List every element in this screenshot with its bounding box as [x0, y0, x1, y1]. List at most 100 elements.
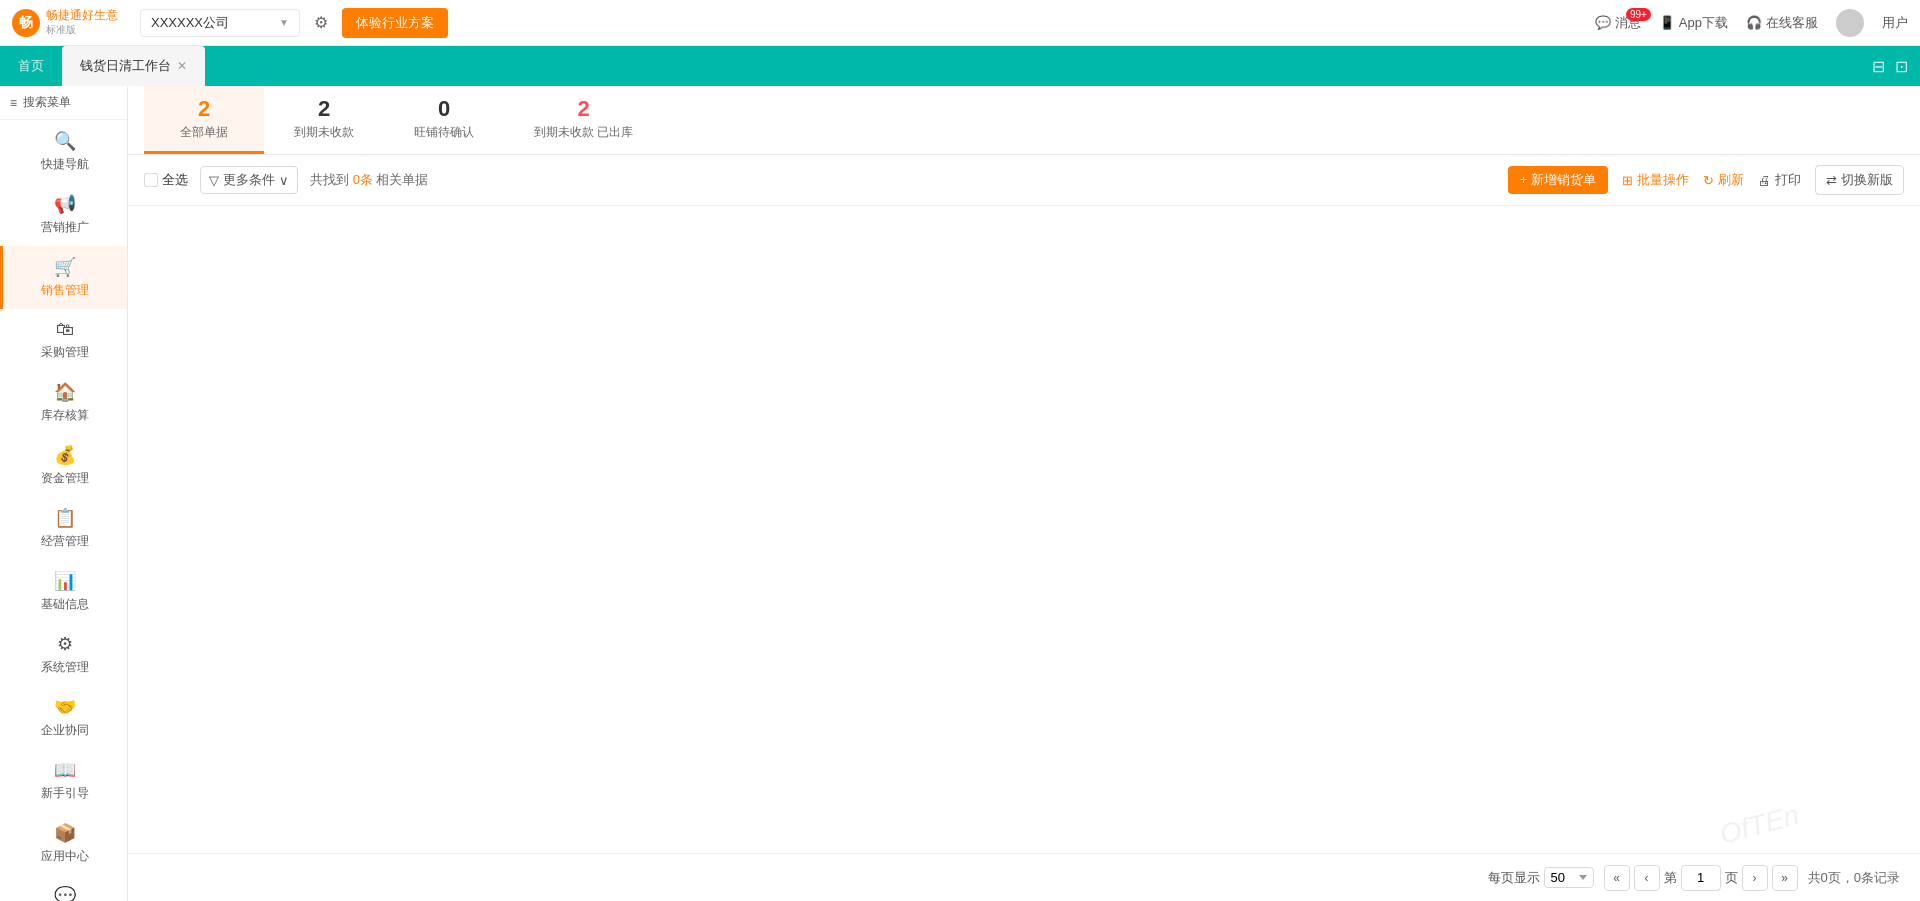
- page-label: 第: [1664, 869, 1677, 887]
- filter-arrow-icon: ∨: [279, 173, 289, 188]
- purchase-icon: 🛍: [56, 319, 74, 340]
- basic-info-icon: 📊: [54, 570, 76, 592]
- avatar[interactable]: [1836, 9, 1864, 37]
- stat-count-all: 2: [198, 96, 210, 122]
- stat-tab-overdue[interactable]: 2 到期未收款: [264, 86, 384, 154]
- filter-button[interactable]: ▽ 更多条件 ∨: [200, 166, 298, 194]
- brand-logo: 畅 畅捷通好生意 标准版: [12, 8, 140, 38]
- stat-tab-all[interactable]: 2 全部单据: [144, 86, 264, 154]
- message-icon: 💬: [1595, 15, 1611, 30]
- sidebar-item-marketing[interactable]: 📢 营销推广: [0, 183, 127, 246]
- online-service-button[interactable]: 🎧 在线客服: [1746, 14, 1818, 32]
- page-total: 共0页，0条记录: [1808, 869, 1900, 887]
- cooperation-icon: 🤝: [54, 696, 76, 718]
- app-download-icon: 📱: [1659, 15, 1675, 30]
- tab-bar-actions: ⊟ ⊡: [1872, 57, 1920, 76]
- page-suffix: 页: [1725, 869, 1738, 887]
- stat-count-pending: 0: [438, 96, 450, 122]
- stat-label-shipped: 到期未收款 已出库: [534, 124, 633, 141]
- table-area: [128, 206, 1920, 853]
- sidebar-item-basic-info[interactable]: 📊 基础信息: [0, 560, 127, 623]
- per-page-select[interactable]: 50 100: [1544, 867, 1594, 888]
- sidebar-item-system[interactable]: ⚙ 系统管理: [0, 623, 127, 686]
- sidebar-item-quick-nav[interactable]: 🔍 快捷导航: [0, 120, 127, 183]
- page-number-input[interactable]: [1681, 865, 1721, 891]
- sidebar-item-finance[interactable]: 💰 资金管理: [0, 434, 127, 497]
- tab-home[interactable]: 首页: [0, 46, 62, 86]
- found-prefix: 共找到: [310, 172, 349, 187]
- pagination: 每页显示 50 100 « ‹ 第 页 › » 共0页，0条记录: [128, 853, 1920, 901]
- quick-nav-icon: 🔍: [54, 130, 76, 152]
- refresh-label: 刷新: [1718, 171, 1744, 189]
- guide-icon: 📖: [54, 759, 76, 781]
- stat-label-overdue: 到期未收款: [294, 124, 354, 141]
- page-last-button[interactable]: »: [1772, 865, 1798, 891]
- sidebar-item-label: 采购管理: [41, 344, 89, 361]
- batch-operation-button[interactable]: ⊞ 批量操作: [1622, 171, 1689, 189]
- per-page-label: 每页显示: [1488, 869, 1540, 887]
- search-icon: ≡: [10, 96, 17, 110]
- stat-label-pending: 旺铺待确认: [414, 124, 474, 141]
- print-button[interactable]: 🖨 打印: [1758, 171, 1801, 189]
- marketing-icon: 📢: [54, 193, 76, 215]
- sidebar-item-label: 销售管理: [41, 282, 89, 299]
- system-icon: ⚙: [57, 633, 73, 655]
- top-nav: 畅 畅捷通好生意 标准版 XXXXXX公司 ▼ ⚙ 体验行业方案 💬 消息 99…: [0, 0, 1920, 46]
- sidebar-item-sales[interactable]: 🛒 销售管理: [0, 246, 127, 309]
- sidebar-item-apps[interactable]: 📦 应用中心: [0, 812, 127, 875]
- sidebar-item-label: 资金管理: [41, 470, 89, 487]
- stat-count-shipped: 2: [578, 96, 590, 122]
- sidebar-item-label: 新手引导: [41, 785, 89, 802]
- page-first-button[interactable]: «: [1604, 865, 1630, 891]
- page-prev-button[interactable]: ‹: [1634, 865, 1660, 891]
- add-sales-order-button[interactable]: + 新增销货单: [1508, 166, 1608, 194]
- app-download-button[interactable]: 📱 App下载: [1659, 14, 1728, 32]
- checkbox-icon: [144, 173, 158, 187]
- page-next-button[interactable]: ›: [1742, 865, 1768, 891]
- sidebar-item-management[interactable]: 📋 经营管理: [0, 497, 127, 560]
- sidebar-item-label: 经营管理: [41, 533, 89, 550]
- brand-name: 畅捷通好生意: [46, 8, 118, 24]
- tab-workbench-label: 钱货日清工作台: [80, 57, 171, 75]
- switch-version-button[interactable]: ⇄ 切换新版: [1815, 165, 1904, 195]
- print-label: 打印: [1775, 171, 1801, 189]
- sidebar: ≡ 搜索菜单 🔍 快捷导航 📢 营销推广 🛒 销售管理 🛍 采购管理 🏠 库存核…: [0, 86, 128, 901]
- select-all-label: 全选: [162, 171, 188, 189]
- finance-icon: 💰: [54, 444, 76, 466]
- sidebar-item-cooperation[interactable]: 🤝 企业协同: [0, 686, 127, 749]
- main-layout: ≡ 搜索菜单 🔍 快捷导航 📢 营销推广 🛒 销售管理 🛍 采购管理 🏠 库存核…: [0, 86, 1920, 901]
- app-download-label: App下载: [1679, 14, 1728, 32]
- sidebar-item-purchase[interactable]: 🛍 采购管理: [0, 309, 127, 371]
- sidebar-item-label: 营销推广: [41, 219, 89, 236]
- table-empty-state: [128, 206, 1920, 853]
- stat-tabs: 2 全部单据 2 到期未收款 0 旺铺待确认 2 到期未收款 已出库: [128, 86, 1920, 155]
- sidebar-search[interactable]: ≡ 搜索菜单: [0, 86, 127, 120]
- refresh-button[interactable]: ↻ 刷新: [1703, 171, 1744, 189]
- tab-home-label: 首页: [18, 57, 44, 75]
- select-all-checkbox[interactable]: 全选: [144, 171, 188, 189]
- content: 2 全部单据 2 到期未收款 0 旺铺待确认 2 到期未收款 已出库: [128, 86, 1920, 901]
- toolbar: 全选 ▽ 更多条件 ∨ 共找到 0条 相关单据 + 新增销货单 ⊞ 批量操作: [128, 155, 1920, 206]
- tab-workbench[interactable]: 钱货日清工作台 ✕: [62, 46, 205, 86]
- refresh-icon: ↻: [1703, 173, 1714, 188]
- sidebar-item-wechat[interactable]: 💬 企业微信: [0, 875, 127, 901]
- tab-minimize-icon[interactable]: ⊟: [1872, 57, 1885, 76]
- settings-button[interactable]: ⚙: [306, 8, 336, 38]
- sidebar-search-label: 搜索菜单: [23, 94, 71, 111]
- user-name[interactable]: 用户: [1882, 14, 1908, 32]
- sidebar-item-label: 快捷导航: [41, 156, 89, 173]
- brand-sub: 标准版: [46, 23, 118, 37]
- toolbar-right: + 新增销货单 ⊞ 批量操作 ↻ 刷新 🖨 打印 ⇄: [1508, 165, 1904, 195]
- stat-tab-shipped[interactable]: 2 到期未收款 已出库: [504, 86, 663, 154]
- message-button[interactable]: 💬 消息 99+: [1595, 14, 1641, 32]
- sidebar-item-inventory[interactable]: 🏠 库存核算: [0, 371, 127, 434]
- stat-tab-pending[interactable]: 0 旺铺待确认: [384, 86, 504, 154]
- sidebar-item-label: 应用中心: [41, 848, 89, 865]
- trial-button[interactable]: 体验行业方案: [342, 8, 448, 38]
- tab-close-icon[interactable]: ✕: [177, 59, 187, 73]
- company-selector[interactable]: XXXXXX公司 ▼: [140, 9, 300, 37]
- sidebar-item-guide[interactable]: 📖 新手引导: [0, 749, 127, 812]
- tab-maximize-icon[interactable]: ⊡: [1895, 57, 1908, 76]
- stat-count-overdue: 2: [318, 96, 330, 122]
- found-suffix: 相关单据: [376, 172, 428, 187]
